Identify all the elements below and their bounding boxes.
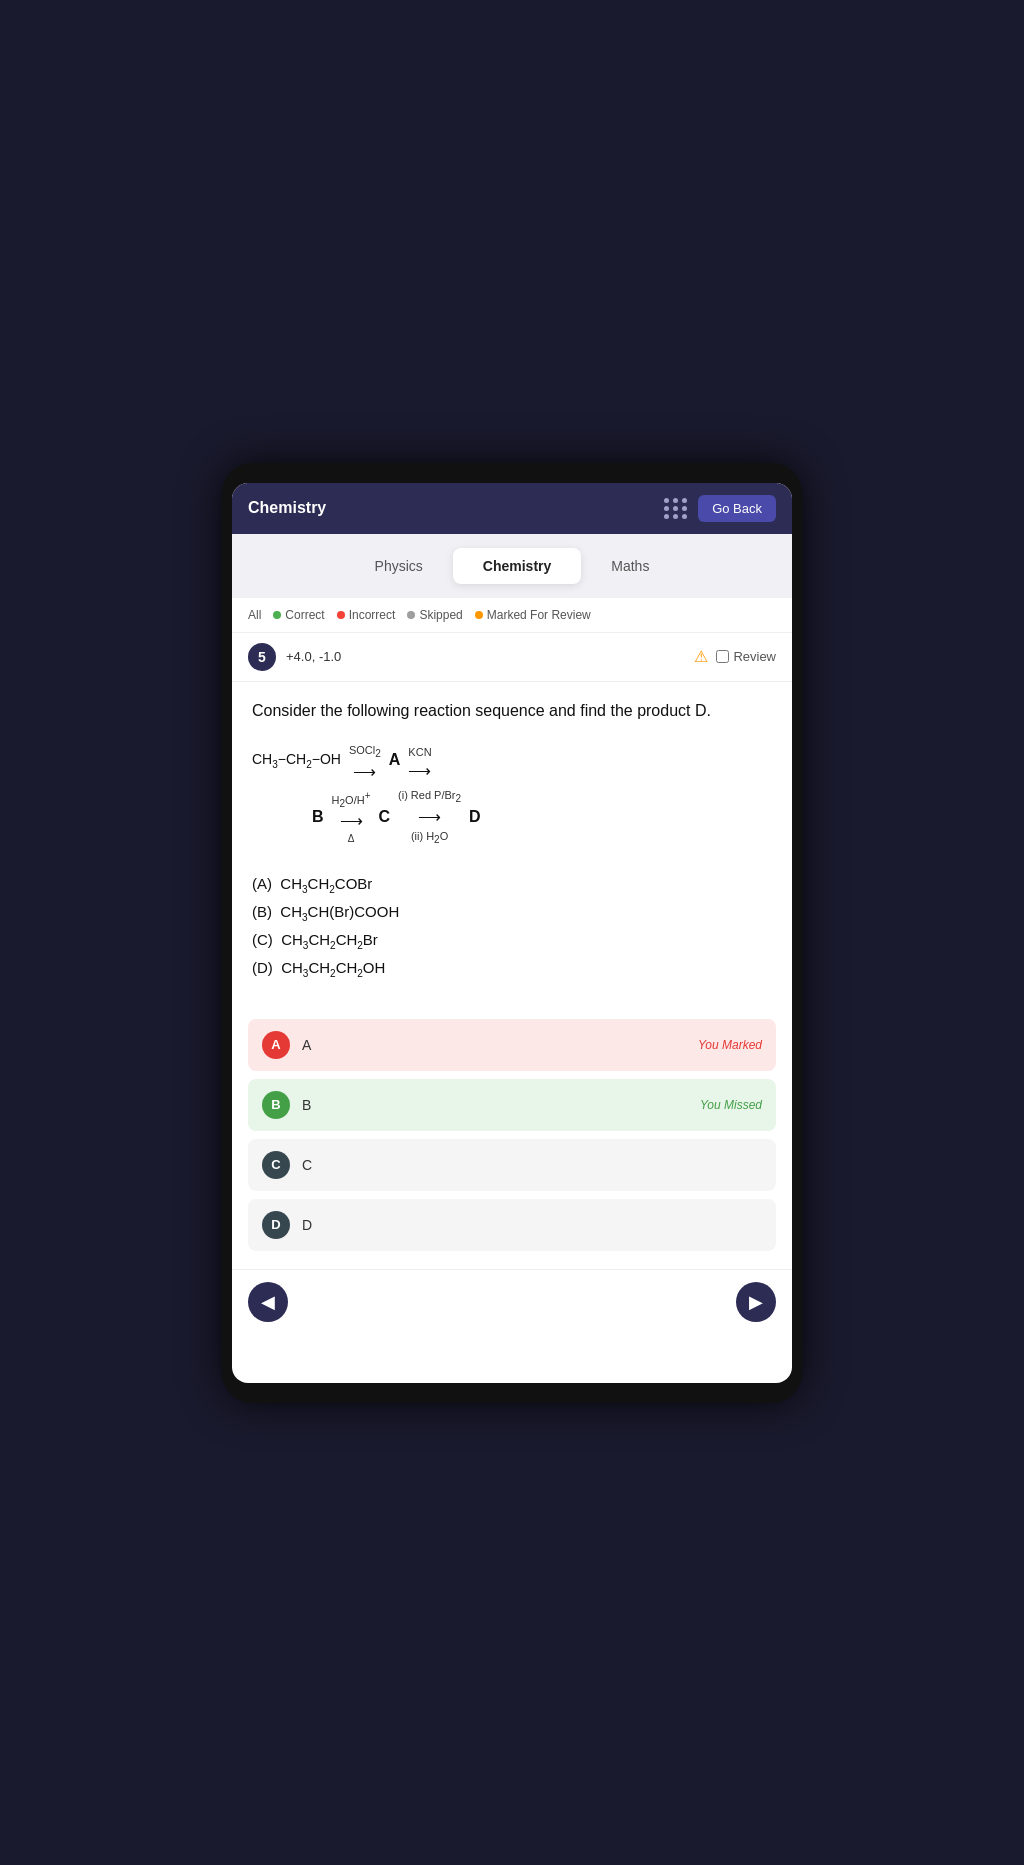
dot-9	[682, 514, 687, 519]
badge-B: B	[262, 1091, 290, 1119]
answer-tag-A: You Marked	[698, 1038, 762, 1052]
dot-4	[664, 506, 669, 511]
header-right: Go Back	[664, 495, 776, 522]
dot-8	[673, 514, 678, 519]
dot-2	[673, 498, 678, 503]
go-back-button[interactable]: Go Back	[698, 495, 776, 522]
next-button[interactable]: ▶	[736, 1282, 776, 1322]
filter-bar: All Correct Incorrect Skipped Marked For…	[232, 598, 792, 633]
app-title: Chemistry	[248, 499, 326, 517]
review-dot	[475, 611, 483, 619]
incorrect-dot	[337, 611, 345, 619]
dot-6	[682, 506, 687, 511]
answer-label-D: D	[302, 1217, 762, 1233]
app-container: Chemistry Go Back Physics	[232, 483, 792, 1383]
reaction-line-1: CH3−CH2−OH SOCl2 ⟶ A KCN ⟶	[252, 739, 772, 780]
answer-option-B[interactable]: B B You Missed	[248, 1079, 776, 1131]
filter-skipped[interactable]: Skipped	[407, 608, 462, 622]
option-B: (B) CH3CH(Br)COOH	[252, 899, 772, 927]
answer-section: A A You Marked B B You Missed C C	[232, 1009, 792, 1269]
app-header: Chemistry Go Back	[232, 483, 792, 534]
device-frame: Chemistry Go Back Physics	[222, 463, 802, 1403]
answer-option-C[interactable]: C C	[248, 1139, 776, 1191]
filter-incorrect[interactable]: Incorrect	[337, 608, 396, 622]
arrow-h2o: H2O/H+ ⟶ Δ	[332, 786, 371, 850]
filter-correct[interactable]: Correct	[273, 608, 324, 622]
dot-5	[673, 506, 678, 511]
skipped-dot	[407, 611, 415, 619]
arrow-kcn: KCN ⟶	[408, 741, 431, 779]
question-header: 5 +4.0, -1.0 ⚠ Review	[232, 633, 792, 682]
correct-dot	[273, 611, 281, 619]
review-checkbox[interactable]: Review	[716, 649, 776, 664]
option-C: (C) CH3CH2CH2Br	[252, 927, 772, 955]
reaction-line-2: B H2O/H+ ⟶ Δ C (i) Red P/Br2 ⟶ (ii) H2O …	[252, 784, 772, 850]
badge-A: A	[262, 1031, 290, 1059]
bottom-nav: ◀ ▶	[232, 1269, 792, 1334]
option-D: (D) CH3CH2CH2OH	[252, 955, 772, 983]
answer-label-C: C	[302, 1157, 762, 1173]
review-section: ⚠ Review	[694, 647, 776, 666]
question-content: Consider the following reaction sequence…	[232, 682, 792, 1009]
answer-option-A[interactable]: A A You Marked	[248, 1019, 776, 1071]
prev-button[interactable]: ◀	[248, 1282, 288, 1322]
dot-3	[682, 498, 687, 503]
filter-all[interactable]: All	[248, 608, 261, 622]
dot-7	[664, 514, 669, 519]
tabs-container: Physics Chemistry Maths	[232, 534, 792, 598]
review-check-input[interactable]	[716, 650, 729, 663]
answer-label-B: B	[302, 1097, 688, 1113]
answer-option-D[interactable]: D D	[248, 1199, 776, 1251]
options-list: (A) CH3CH2COBr (B) CH3CH(Br)COOH (C) CH3…	[252, 871, 772, 983]
tab-chemistry[interactable]: Chemistry	[453, 548, 581, 584]
question-number-badge: 5	[248, 643, 276, 671]
badge-D: D	[262, 1211, 290, 1239]
grid-icon	[664, 498, 688, 519]
arrow-socl2: SOCl2 ⟶	[349, 739, 381, 780]
badge-C: C	[262, 1151, 290, 1179]
reaction-diagram: CH3−CH2−OH SOCl2 ⟶ A KCN ⟶ B H2O/H+	[252, 739, 772, 851]
answer-label-A: A	[302, 1037, 686, 1053]
marks-info: +4.0, -1.0	[286, 649, 684, 664]
tab-physics[interactable]: Physics	[345, 548, 453, 584]
answer-tag-B: You Missed	[700, 1098, 762, 1112]
warning-icon: ⚠	[694, 647, 708, 666]
question-text: Consider the following reaction sequence…	[252, 698, 772, 724]
arrow-redbr2: (i) Red P/Br2 ⟶ (ii) H2O	[398, 784, 461, 850]
tab-maths[interactable]: Maths	[581, 548, 679, 584]
filter-review[interactable]: Marked For Review	[475, 608, 591, 622]
dot-1	[664, 498, 669, 503]
option-A: (A) CH3CH2COBr	[252, 871, 772, 899]
